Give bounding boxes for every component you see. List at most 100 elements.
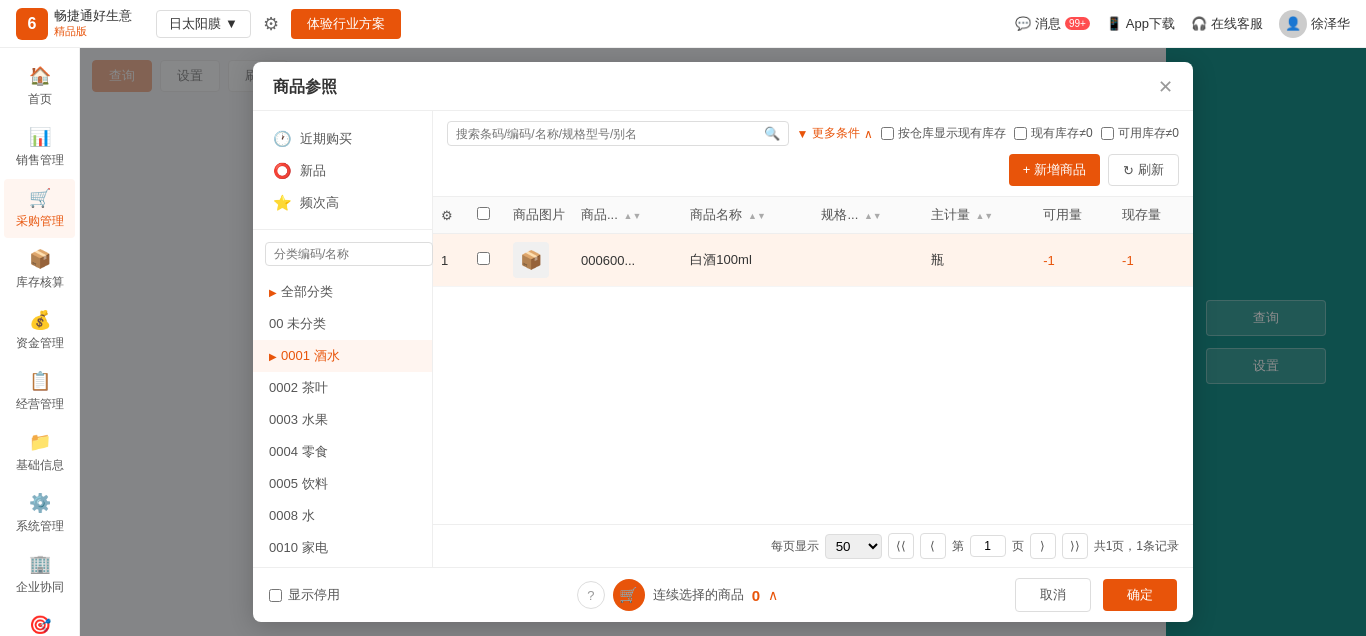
logo-icon: 6 (16, 8, 48, 40)
category-item-0010[interactable]: 0010 家电 (253, 532, 432, 559)
category-item-all[interactable]: ▶ 全部分类 (253, 276, 432, 308)
sidebar-item-purchase[interactable]: 🛒 采购管理 (4, 179, 75, 238)
by-warehouse-checkbox[interactable] (881, 127, 894, 140)
product-table: ⚙ 商品图片 商品... (433, 197, 1193, 287)
user-profile[interactable]: 👤 徐泽华 (1279, 10, 1350, 38)
experience-btn[interactable]: 体验行业方案 (291, 9, 401, 39)
cat-label-0002: 0002 茶叶 (269, 379, 328, 397)
finance-icon: 💰 (29, 309, 51, 331)
sidebar-item-guide[interactable]: 🎯 新手引导 (4, 606, 75, 636)
th-spec[interactable]: 规格... ▲▼ (813, 197, 922, 234)
right-panel: 🔍 ▼ 更多条件 ∧ 按仓库显示现有库存 (433, 111, 1193, 567)
refresh-btn[interactable]: ↻ 刷新 (1108, 154, 1179, 186)
td-code: 000600... (573, 234, 682, 287)
stock-not-zero-checkbox[interactable] (1014, 127, 1027, 140)
td-checkbox (469, 234, 505, 287)
first-page-btn[interactable]: ⟨⟨ (888, 533, 914, 559)
product-search-input[interactable] (456, 127, 760, 141)
last-page-btn[interactable]: ⟩⟩ (1062, 533, 1088, 559)
th-name[interactable]: 商品名称 ▲▼ (682, 197, 813, 234)
current-page-input[interactable] (970, 535, 1006, 557)
cancel-btn[interactable]: 取消 (1015, 578, 1091, 612)
left-tab-frequent-label: 频次高 (300, 194, 339, 212)
td-available: -1 (1035, 234, 1114, 287)
top-navbar: 6 畅捷通好生意 精品版 日太阳膜 ▼ ⚙ 体验行业方案 💬 消息 99+ 📱 … (0, 0, 1366, 48)
th-unit[interactable]: 主计量 ▲▼ (923, 197, 1035, 234)
sidebar-label-basics: 基础信息 (16, 457, 64, 474)
close-icon[interactable]: ✕ (1158, 76, 1173, 98)
page-size-select[interactable]: 50 10 20 100 (825, 534, 882, 559)
pagination-row: 每页显示 50 10 20 100 ⟨⟨ ⟨ 第 页 (433, 524, 1193, 567)
sidebar-item-basics[interactable]: 📁 基础信息 (4, 423, 75, 482)
message-label: 消息 (1035, 15, 1061, 33)
table-header-row: ⚙ 商品图片 商品... (433, 197, 1193, 234)
sidebar-item-operations[interactable]: 📋 经营管理 (4, 362, 75, 421)
available-not-zero-checkbox[interactable] (1101, 127, 1114, 140)
prev-page-btn[interactable]: ⟨ (920, 533, 946, 559)
category-search-input[interactable] (265, 242, 433, 266)
modal-overlay: 商品参照 ✕ 🕐 近期购买 ⭕ (80, 48, 1366, 636)
action-btns: + 新增商品 ↻ 刷新 (1009, 154, 1179, 186)
left-tab-recent[interactable]: 🕐 近期购买 (261, 123, 424, 155)
cat-label-0010: 0010 家电 (269, 539, 328, 557)
confirm-btn[interactable]: 确定 (1103, 579, 1177, 611)
more-conditions-btn[interactable]: ▼ 更多条件 ∧ (797, 125, 874, 142)
store-selector[interactable]: 日太阳膜 ▼ (156, 10, 251, 38)
modal-header: 商品参照 ✕ (253, 62, 1193, 111)
td-name: 白酒100ml (682, 234, 813, 287)
left-tab-new-label: 新品 (300, 162, 326, 180)
select-all-checkbox[interactable] (477, 207, 490, 220)
td-seq: 1 (433, 234, 469, 287)
arrow-icon: ▶ (269, 287, 277, 298)
page-label: 第 (952, 538, 964, 555)
category-item-0004[interactable]: 0004 零食 (253, 436, 432, 468)
category-item-00[interactable]: 00 未分类 (253, 308, 432, 340)
show-disabled-label[interactable]: 显示停用 (269, 586, 340, 604)
next-page-btn[interactable]: ⟩ (1030, 533, 1056, 559)
category-item-0005[interactable]: 0005 饮料 (253, 468, 432, 500)
by-warehouse-checkbox-label[interactable]: 按仓库显示现有库存 (881, 125, 1006, 142)
collapse-icon[interactable]: ∧ (768, 587, 778, 603)
online-service-nav[interactable]: 🎧 在线客服 (1191, 15, 1263, 33)
home-icon: 🏠 (29, 65, 51, 87)
sidebar-item-home[interactable]: 🏠 首页 (4, 57, 75, 116)
th-image: 商品图片 (505, 197, 573, 234)
show-disabled-checkbox[interactable] (269, 589, 282, 602)
enterprise-icon: 🏢 (29, 553, 51, 575)
sort-unit-icon: ▲▼ (975, 211, 993, 221)
sidebar-item-sales[interactable]: 📊 销售管理 (4, 118, 75, 177)
arrow-icon-0001: ▶ (269, 351, 277, 362)
category-item-0002[interactable]: 0002 茶叶 (253, 372, 432, 404)
available-not-zero-checkbox-label[interactable]: 可用库存≠0 (1101, 125, 1179, 142)
settings-icon[interactable]: ⚙ (263, 13, 279, 35)
filter-row: 🔍 ▼ 更多条件 ∧ 按仓库显示现有库存 (433, 111, 1193, 197)
logo-sub: 精品版 (54, 24, 132, 39)
add-product-btn[interactable]: + 新增商品 (1009, 154, 1100, 186)
cat-label-0001: 0001 酒水 (281, 347, 340, 365)
sidebar-label-system: 系统管理 (16, 518, 64, 535)
cat-label-0005: 0005 饮料 (269, 475, 328, 493)
category-item-0003[interactable]: 0003 水果 (253, 404, 432, 436)
messages-nav[interactable]: 💬 消息 99+ (1015, 15, 1090, 33)
cart-icon-btn[interactable]: 🛒 (613, 579, 645, 611)
category-item-0008[interactable]: 0008 水 (253, 500, 432, 532)
category-item-0001[interactable]: ▶ 0001 酒水 (253, 340, 432, 372)
th-code[interactable]: 商品... ▲▼ (573, 197, 682, 234)
app-download-nav[interactable]: 📱 App下载 (1106, 15, 1175, 33)
sidebar-item-inventory[interactable]: 📦 库存核算 (4, 240, 75, 299)
sidebar-item-finance[interactable]: 💰 资金管理 (4, 301, 75, 360)
more-conditions-label: 更多条件 (812, 125, 860, 142)
sidebar-item-enterprise[interactable]: 🏢 企业协同 (4, 545, 75, 604)
help-icon[interactable]: ? (577, 581, 605, 609)
row-checkbox[interactable] (477, 252, 490, 265)
th-settings[interactable]: ⚙ (433, 197, 469, 234)
product-search-icon[interactable]: 🔍 (764, 126, 780, 141)
cat-label-all: 全部分类 (281, 283, 333, 301)
left-tab-frequent[interactable]: ⭐ 频次高 (261, 187, 424, 219)
left-tab-new[interactable]: ⭕ 新品 (261, 155, 424, 187)
modal-footer: 显示停用 ? 🛒 连续选择的商品 0 ∧ 取消 确定 (253, 567, 1193, 622)
table-row[interactable]: 1 📦 000600... 白酒100ml (433, 234, 1193, 287)
stock-not-zero-checkbox-label[interactable]: 现有库存≠0 (1014, 125, 1092, 142)
sales-icon: 📊 (29, 126, 51, 148)
sidebar-item-system[interactable]: ⚙️ 系统管理 (4, 484, 75, 543)
